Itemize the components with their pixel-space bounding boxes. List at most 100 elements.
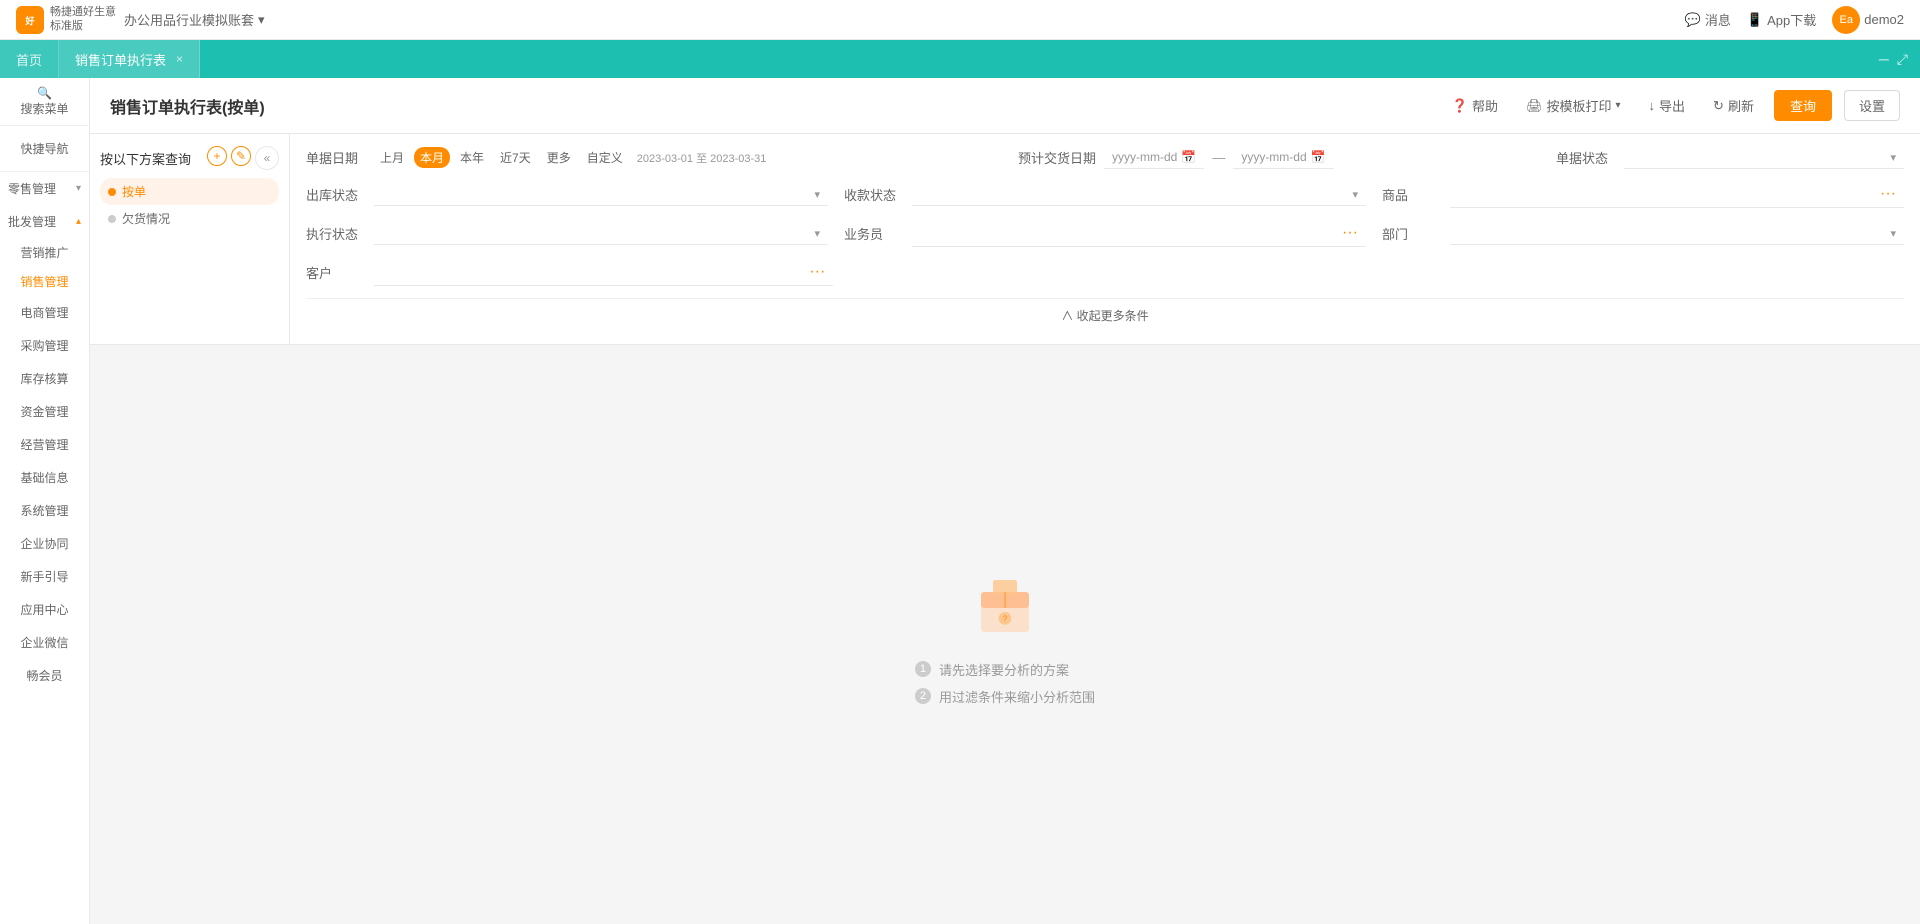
sidebar-item-sales[interactable]: 销售管理: [0, 267, 89, 296]
sidebar-item-system[interactable]: 系统管理: [0, 494, 89, 527]
filter-date-field: 单据日期 上月 本月 本年 近7天 更多 自定义 2023-03-01 至 20…: [306, 147, 1002, 168]
sidebar-item-finance[interactable]: 资金管理: [0, 395, 89, 428]
delivery-select[interactable]: ▾: [374, 184, 828, 206]
sidebar-item-newguide[interactable]: 新手引导: [0, 560, 89, 593]
query-button[interactable]: 查询: [1774, 90, 1832, 121]
date-7days[interactable]: 近7天: [494, 147, 537, 168]
wholesale-arrow-icon: ▴: [76, 216, 81, 227]
forecast-date-label: 预计交货日期: [1018, 148, 1096, 167]
date-label: 单据日期: [306, 148, 366, 167]
tab-maximize-icon[interactable]: ⤢: [1897, 51, 1908, 68]
filter-panel: 按以下方案查询 + ✎ « 按单: [90, 134, 1920, 345]
delivery-down-icon: ▾: [814, 188, 820, 201]
main-layout: 🔍 搜索菜单 快捷导航 零售管理 ▾ 批发管理 ▴ 营销推广 销售管理 电商管理…: [0, 78, 1920, 924]
sidebar-item-enterprise[interactable]: 企业协同: [0, 527, 89, 560]
delivery-label: 出库状态: [306, 185, 366, 204]
content-area: 销售订单执行表(按单) ❓ 帮助 🖨 按模板打印 ▾ ↓ 导出 ↻ 刷新: [90, 78, 1920, 924]
status-select[interactable]: ▾: [1624, 147, 1904, 169]
scheme-item-shortage[interactable]: 欠货情况: [100, 205, 279, 232]
header-right: 💬 消息 📱 App下载 Ea demo2: [1685, 6, 1904, 34]
salesman-select[interactable]: ···: [912, 220, 1366, 247]
tab-bar: 首页 销售订单执行表 × ─ ⤢: [0, 40, 1920, 78]
page-title: 销售订单执行表(按单): [110, 94, 265, 118]
export-button[interactable]: ↓ 导出: [1641, 92, 1694, 119]
dept-select[interactable]: ▾: [1450, 223, 1904, 245]
sidebar-item-inventory[interactable]: 库存核算: [0, 362, 89, 395]
message-action[interactable]: 💬 消息: [1685, 10, 1731, 29]
forecast-date-start[interactable]: yyyy-mm-dd 📅: [1104, 146, 1204, 169]
sidebar-item-wholesale[interactable]: 批发管理 ▴: [0, 205, 89, 238]
filter-goods-field: 商品 ···: [1382, 181, 1904, 208]
refresh-button[interactable]: ↻ 刷新: [1705, 92, 1762, 119]
dept-down-icon: ▾: [1890, 227, 1896, 240]
tab-sales-order[interactable]: 销售订单执行表 ×: [59, 40, 200, 78]
page-actions: ❓ 帮助 🖨 按模板打印 ▾ ↓ 导出 ↻ 刷新 查询 设置: [1444, 90, 1900, 121]
filter-dept-field: 部门 ▾: [1382, 223, 1904, 245]
add-scheme-button[interactable]: +: [207, 146, 227, 166]
filter-scheme: 按以下方案查询 + ✎ « 按单: [90, 134, 290, 344]
date-this-year[interactable]: 本年: [454, 147, 490, 168]
scheme-item-by-order[interactable]: 按单: [100, 178, 279, 205]
date-last-month[interactable]: 上月: [374, 147, 410, 168]
date-more[interactable]: 更多: [541, 147, 577, 168]
tab-close-icon[interactable]: ×: [176, 52, 183, 66]
breadcrumb[interactable]: 办公用品行业模拟账套 ▾: [124, 10, 265, 29]
dept-label: 部门: [1382, 224, 1442, 243]
sidebar-search[interactable]: 🔍 搜索菜单: [0, 78, 89, 126]
empty-tips: 1 请先选择要分析的方案 2 用过滤条件来缩小分析范围: [915, 660, 1095, 706]
collapse-scheme-button[interactable]: «: [255, 146, 279, 170]
print-arrow-icon: ▾: [1616, 100, 1621, 111]
sidebar-item-ecommerce[interactable]: 电商管理: [0, 296, 89, 329]
search-icon: 🔍: [37, 86, 52, 100]
salesman-more-icon: ···: [1342, 224, 1358, 242]
header-left: 好 畅捷通好生意 标准版 办公用品行业模拟账套 ▾: [16, 6, 265, 34]
sidebar-item-appcenter[interactable]: 应用中心: [0, 593, 89, 626]
collapse-more-button[interactable]: ∧ 收起更多条件: [306, 298, 1904, 332]
sidebar-item-operation[interactable]: 经营管理: [0, 428, 89, 461]
empty-tip-1: 1 请先选择要分析的方案: [915, 660, 1095, 679]
user-action[interactable]: Ea demo2: [1832, 6, 1904, 34]
filter-delivery-field: 出库状态 ▾: [306, 184, 828, 206]
sidebar-item-basicinfo[interactable]: 基础信息: [0, 461, 89, 494]
app-download-action[interactable]: 📱 App下载: [1747, 10, 1816, 29]
goods-label: 商品: [1382, 185, 1442, 204]
goods-more-icon: ···: [1880, 185, 1896, 203]
print-button[interactable]: 🖨 按模板打印 ▾: [1518, 92, 1629, 119]
filter-forecast-date-field: 预计交货日期 yyyy-mm-dd 📅 — yyyy-mm-dd 📅: [1018, 146, 1540, 169]
salesman-label: 业务员: [844, 224, 904, 243]
tip-num-1: 1: [915, 661, 931, 677]
empty-illustration: ?: [965, 564, 1045, 644]
date-this-month[interactable]: 本月: [414, 147, 450, 168]
sidebar-item-member[interactable]: 畅会员: [0, 659, 89, 692]
exec-select[interactable]: ▾: [374, 223, 828, 245]
sidebar-item-marketing[interactable]: 营销推广: [0, 238, 89, 267]
settings-button[interactable]: 设置: [1844, 90, 1900, 121]
logo-text: 畅捷通好生意 标准版: [50, 6, 116, 32]
exec-down-icon: ▾: [814, 227, 820, 240]
sidebar-item-retail[interactable]: 零售管理 ▾: [0, 172, 89, 205]
status-down-icon: ▾: [1890, 151, 1896, 164]
tab-home[interactable]: 首页: [0, 40, 59, 78]
edit-scheme-button[interactable]: ✎: [231, 146, 251, 166]
help-button[interactable]: ❓ 帮助: [1444, 92, 1506, 119]
date-custom[interactable]: 自定义: [581, 147, 629, 168]
sidebar-item-quicknav[interactable]: 快捷导航: [0, 132, 89, 165]
scheme-header: 按以下方案查询 + ✎ «: [100, 146, 279, 170]
svg-text:?: ?: [1003, 614, 1008, 623]
tab-minimize-icon[interactable]: ─: [1879, 51, 1889, 67]
filter-row-3: 执行状态 ▾ 业务员 ··· 部门: [306, 220, 1904, 247]
sidebar-nav-section: 快捷导航: [0, 126, 89, 172]
payment-down-icon: ▾: [1352, 188, 1358, 201]
forecast-date-end[interactable]: yyyy-mm-dd 📅: [1233, 146, 1333, 169]
goods-select[interactable]: ···: [1450, 181, 1904, 208]
tab-bar-right: ─ ⤢: [1879, 40, 1920, 78]
sidebar-item-wecom[interactable]: 企业微信: [0, 626, 89, 659]
date-range-text: 2023-03-01 至 2023-03-31: [637, 150, 767, 166]
tip-num-2: 2: [915, 688, 931, 704]
customer-label: 客户: [306, 263, 366, 282]
payment-select[interactable]: ▾: [912, 184, 1366, 206]
status-label: 单据状态: [1556, 148, 1616, 167]
filter-row-2: 出库状态 ▾ 收款状态 ▾ 商品: [306, 181, 1904, 208]
customer-select[interactable]: ···: [374, 259, 833, 286]
sidebar-item-purchase[interactable]: 采购管理: [0, 329, 89, 362]
